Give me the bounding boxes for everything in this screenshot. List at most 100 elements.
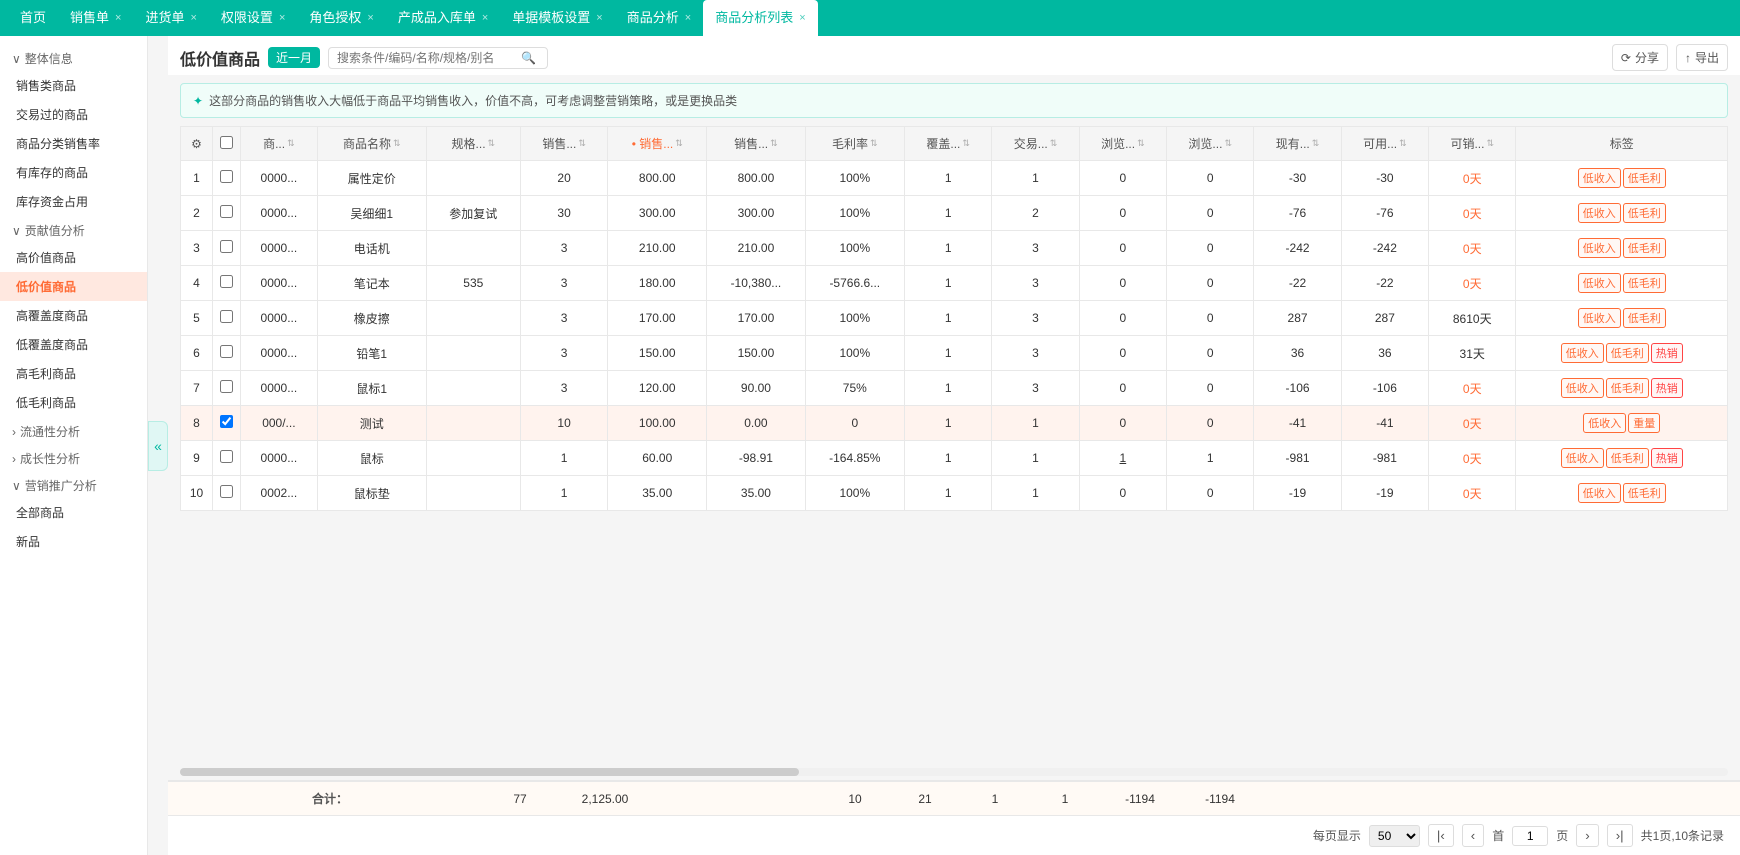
th-spec[interactable]: 规格...⇅	[426, 127, 520, 161]
scroll-thumb[interactable]	[180, 768, 799, 776]
nav-purchase-order[interactable]: 进货单 ×	[133, 0, 208, 36]
sidebar-group-overall[interactable]: ∨ 整体信息	[0, 44, 147, 71]
row-checkbox[interactable]	[220, 310, 233, 323]
nav-template-settings[interactable]: 单据模板设置 ×	[500, 0, 614, 36]
row-checkbox[interactable]	[220, 485, 233, 498]
th-browse2[interactable]: 浏览...⇅	[1167, 127, 1254, 161]
th-trade[interactable]: 交易...⇅	[992, 127, 1079, 161]
first-page-button[interactable]: |‹	[1428, 824, 1454, 847]
page-number-input[interactable]	[1512, 826, 1548, 846]
cell-num: 5	[181, 301, 213, 336]
cell-browse2: 0	[1167, 371, 1254, 406]
sidebar-group-growth[interactable]: › 成长性分析	[0, 444, 147, 471]
last-page-button[interactable]: ›|	[1607, 824, 1633, 847]
th-sale3[interactable]: 销售...⇅	[707, 127, 805, 161]
th-stock3[interactable]: 可销...⇅	[1429, 127, 1516, 161]
th-code[interactable]: 商...⇅	[241, 127, 318, 161]
nav-role-auth[interactable]: 角色授权 ×	[297, 0, 385, 36]
sidebar-group-marketing[interactable]: ∨ 营销推广分析	[0, 471, 147, 498]
th-stock2[interactable]: 可用...⇅	[1341, 127, 1428, 161]
nav-product-analysis[interactable]: 商品分析 ×	[615, 0, 703, 36]
sidebar-item-new-products[interactable]: 新品	[0, 527, 147, 556]
close-template-settings[interactable]: ×	[596, 0, 602, 36]
th-browse1[interactable]: 浏览...⇅	[1079, 127, 1166, 161]
nav-permissions[interactable]: 权限设置 ×	[209, 0, 297, 36]
close-product-analysis[interactable]: ×	[685, 0, 691, 36]
row-checkbox[interactable]	[220, 415, 233, 428]
time-range-tag[interactable]: 近一月	[268, 47, 320, 68]
th-stock1[interactable]: 现有...⇅	[1254, 127, 1341, 161]
sidebar-item-high-coverage[interactable]: 高覆盖度商品	[0, 301, 147, 330]
browse-value: 0	[1120, 346, 1127, 360]
close-sales-order[interactable]: ×	[115, 0, 121, 36]
sidebar-group-contribution[interactable]: ∨ 贡献值分析	[0, 216, 147, 243]
cell-num: 8	[181, 406, 213, 441]
cell-checkbox[interactable]	[213, 336, 241, 371]
th-gear[interactable]: ⚙	[181, 127, 213, 161]
horizontal-scrollbar[interactable]	[180, 768, 1728, 776]
cell-browse2: 0	[1167, 406, 1254, 441]
row-checkbox[interactable]	[220, 345, 233, 358]
cell-checkbox[interactable]	[213, 161, 241, 196]
share-button[interactable]: ⟳ 分享	[1612, 44, 1668, 71]
total-records: 共1页,10条记录	[1641, 827, 1724, 844]
next-page-button[interactable]: ›	[1576, 824, 1598, 847]
cell-sale3: 0.00	[707, 406, 805, 441]
row-checkbox[interactable]	[220, 240, 233, 253]
cell-browse1[interactable]: 1	[1079, 441, 1166, 476]
sidebar-item-all-products[interactable]: 全部商品	[0, 498, 147, 527]
collapse-arrow-2: ∨	[12, 224, 21, 238]
nav-sales-order[interactable]: 销售单 ×	[58, 0, 133, 36]
close-product-analysis-list[interactable]: ×	[799, 0, 805, 36]
export-button[interactable]: ↑ 导出	[1676, 44, 1728, 71]
th-margin[interactable]: 毛利率⇅	[805, 127, 904, 161]
cell-spec	[426, 476, 520, 511]
sidebar-item-sales-category[interactable]: 销售类商品	[0, 71, 147, 100]
row-checkbox[interactable]	[220, 205, 233, 218]
search-icon[interactable]: 🔍	[521, 51, 536, 65]
sidebar-item-low-value[interactable]: 低价值商品	[0, 272, 147, 301]
sidebar-item-high-value[interactable]: 高价值商品	[0, 243, 147, 272]
sidebar-item-high-margin[interactable]: 高毛利商品	[0, 359, 147, 388]
sidebar-item-stock-fund[interactable]: 库存资金占用	[0, 187, 147, 216]
row-checkbox[interactable]	[220, 450, 233, 463]
th-sale1[interactable]: 销售...⇅	[520, 127, 607, 161]
nav-product-instock[interactable]: 产成品入库单 ×	[386, 0, 500, 36]
page-size-select[interactable]: 50 100 200	[1369, 825, 1420, 847]
nav-home[interactable]: 首页	[8, 0, 58, 36]
cell-checkbox[interactable]	[213, 476, 241, 511]
row-checkbox[interactable]	[220, 275, 233, 288]
sidebar-item-traded[interactable]: 交易过的商品	[0, 100, 147, 129]
row-checkbox[interactable]	[220, 170, 233, 183]
th-sale2[interactable]: • 销售...⇅	[608, 127, 707, 161]
cell-checkbox[interactable]	[213, 406, 241, 441]
cell-browse1: 0	[1079, 476, 1166, 511]
close-purchase-order[interactable]: ×	[190, 0, 196, 36]
cell-checkbox[interactable]	[213, 371, 241, 406]
close-permissions[interactable]: ×	[279, 0, 285, 36]
cell-checkbox[interactable]	[213, 266, 241, 301]
sidebar-item-low-margin[interactable]: 低毛利商品	[0, 388, 147, 417]
nav-product-analysis-list[interactable]: 商品分析列表 ×	[703, 0, 817, 36]
sidebar-group-circulation[interactable]: › 流通性分析	[0, 417, 147, 444]
row-checkbox[interactable]	[220, 380, 233, 393]
cell-checkbox[interactable]	[213, 441, 241, 476]
close-product-instock[interactable]: ×	[482, 0, 488, 36]
cell-checkbox[interactable]	[213, 231, 241, 266]
th-checkbox[interactable]	[213, 127, 241, 161]
th-cover[interactable]: 覆盖...⇅	[905, 127, 992, 161]
search-input[interactable]	[337, 51, 517, 65]
sidebar-item-low-coverage[interactable]: 低覆盖度商品	[0, 330, 147, 359]
sidebar-collapse-button[interactable]: «	[148, 421, 168, 471]
prev-page-button[interactable]: ‹	[1462, 824, 1484, 847]
browse-value[interactable]: 1	[1120, 451, 1127, 465]
cell-name: 鼠标1	[317, 371, 426, 406]
tag-badge: 低收入	[1578, 308, 1621, 328]
sidebar-item-has-stock[interactable]: 有库存的商品	[0, 158, 147, 187]
sidebar-item-category-rate[interactable]: 商品分类销售率	[0, 129, 147, 158]
select-all-checkbox[interactable]	[220, 136, 233, 149]
th-name[interactable]: 商品名称⇅	[317, 127, 426, 161]
close-role-auth[interactable]: ×	[367, 0, 373, 36]
cell-checkbox[interactable]	[213, 196, 241, 231]
cell-checkbox[interactable]	[213, 301, 241, 336]
